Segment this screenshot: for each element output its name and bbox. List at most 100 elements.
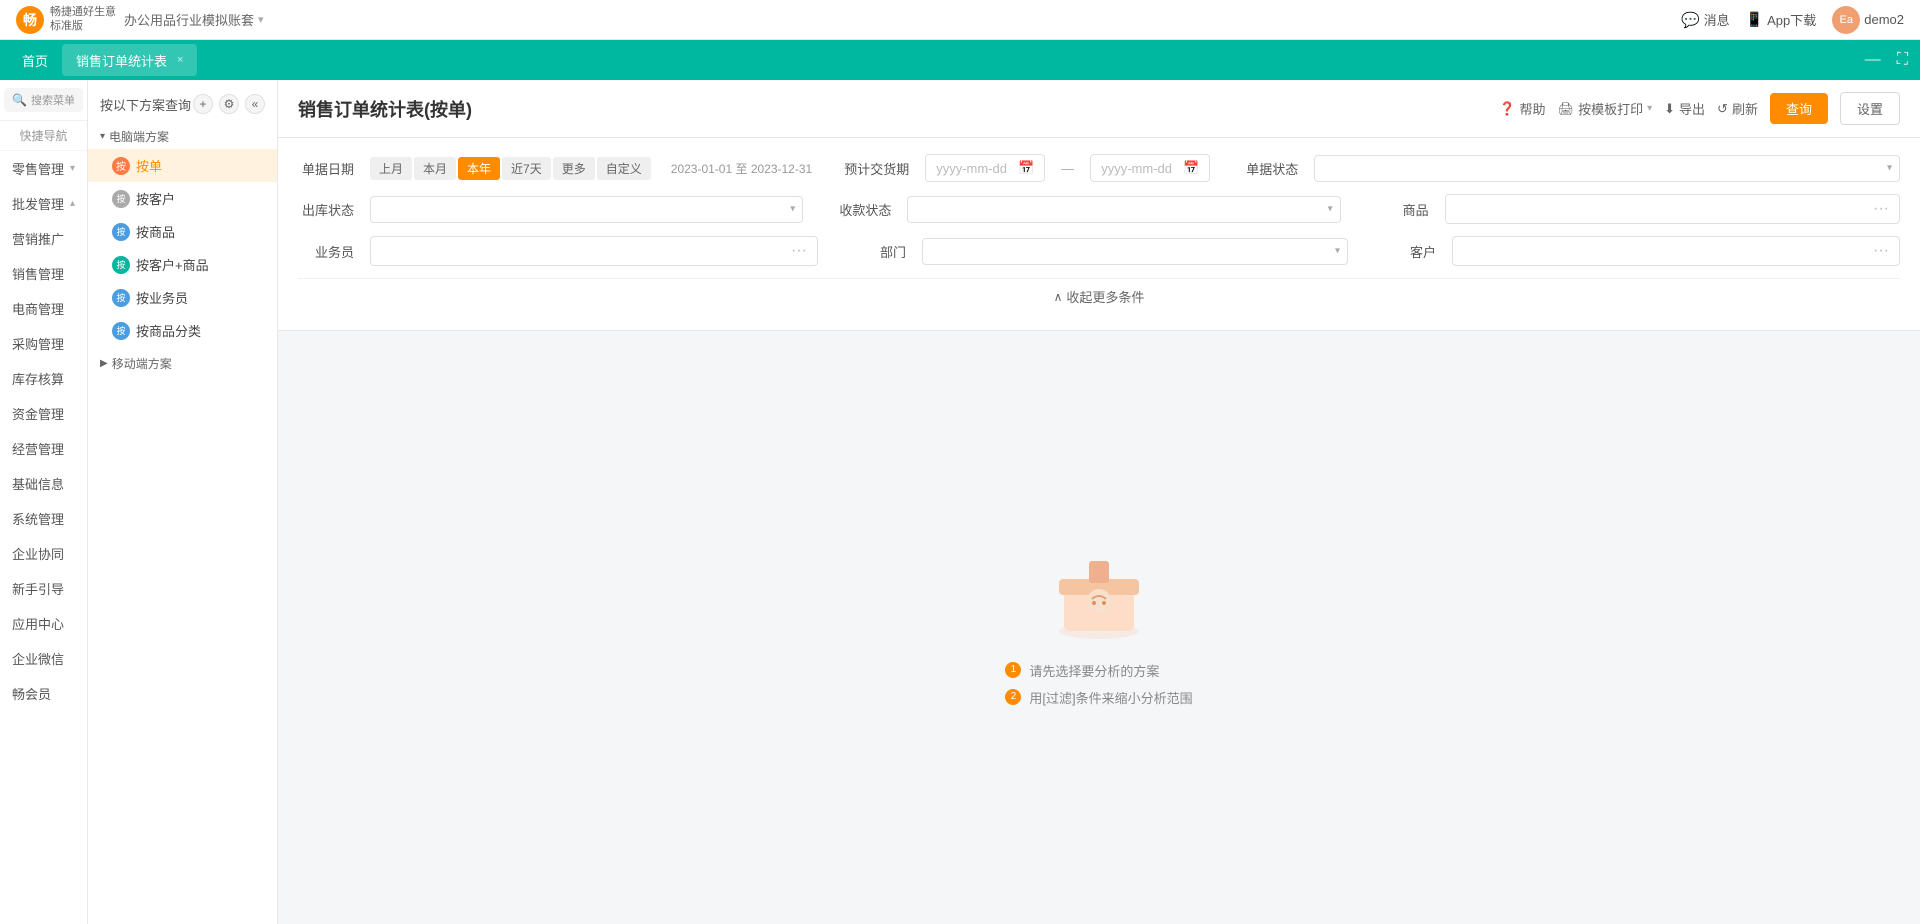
scheme-item-by-salesman[interactable]: 按 按业务员 — [88, 281, 277, 314]
page-header: 销售订单统计表(按单) ❓ 帮助 🖨 按模板打印 ▾ ⬇ 导出 — [278, 80, 1920, 138]
empty-hints: 1 请先选择要分析的方案 2 用[过滤]条件来缩小分析范围 — [1005, 661, 1192, 715]
sidebar-item-inventory[interactable]: 库存核算 — [0, 361, 87, 396]
goods-input[interactable]: ··· — [1445, 194, 1900, 224]
search-menu-button[interactable]: 🔍 搜索菜单 — [4, 88, 83, 112]
refresh-button[interactable]: ↺ 刷新 — [1717, 99, 1758, 118]
top-bar-right: 💬 消息 📱 App下载 Ea demo2 — [1681, 6, 1904, 34]
filter-row-1: 单据日期 上月 本月 本年 近7天 更多 自定义 2023-01-01 至 20… — [298, 154, 1900, 182]
help-button[interactable]: ❓ 帮助 — [1499, 99, 1545, 118]
sidebar-item-marketing[interactable]: 营销推广 — [0, 221, 87, 256]
avatar: Ea — [1832, 6, 1860, 34]
sidebar-item-finance[interactable]: 资金管理 — [0, 396, 87, 431]
this-month-btn[interactable]: 本月 — [414, 157, 456, 180]
scheme-group-desktop-header[interactable]: ▾ 电脑端方案 — [88, 124, 277, 149]
scheme-icon-goods: 按 — [112, 223, 130, 241]
sidebar-item-retail[interactable]: 零售管理 — [0, 151, 87, 186]
this-year-btn[interactable]: 本年 — [458, 157, 500, 180]
calendar-icon-start: 📅 — [1018, 160, 1034, 176]
customer-input[interactable]: ··· — [1452, 236, 1900, 266]
tab-maximize-button[interactable]: ⛶ — [1893, 47, 1912, 73]
scheme-icon-salesman: 按 — [112, 289, 130, 307]
query-button[interactable]: 查询 — [1770, 93, 1828, 124]
empty-hint-2: 2 用[过滤]条件来缩小分析范围 — [1005, 688, 1192, 707]
print-button[interactable]: 🖨 按模板打印 ▾ — [1558, 99, 1653, 118]
status-select[interactable] — [1314, 155, 1900, 182]
sidebar-item-app-center[interactable]: 应用中心 — [0, 606, 87, 641]
expected-date-end[interactable]: yyyy-mm-dd 📅 — [1090, 154, 1210, 182]
logo-area: 畅 畅捷通好生意 标准版 — [16, 6, 116, 34]
empty-state: 1 请先选择要分析的方案 2 用[过滤]条件来缩小分析范围 — [278, 331, 1920, 924]
sidebar-item-system[interactable]: 系统管理 — [0, 501, 87, 536]
expected-date-start[interactable]: yyyy-mm-dd 📅 — [925, 154, 1045, 182]
settings-button[interactable]: 设置 — [1840, 92, 1900, 125]
logo-initial: 畅 — [23, 10, 37, 30]
customer-dots[interactable]: ··· — [1873, 242, 1889, 260]
tab-bar: 首页 销售订单统计表 × — ⛶ — [0, 40, 1920, 80]
logo-icon: 畅 — [16, 6, 44, 34]
refresh-icon: ↺ — [1717, 101, 1728, 117]
more-btn[interactable]: 更多 — [553, 157, 595, 180]
sidebar-item-basic-info[interactable]: 基础信息 — [0, 466, 87, 501]
sidebar-item-management[interactable]: 经营管理 — [0, 431, 87, 466]
delivery-select[interactable] — [370, 196, 803, 223]
sidebar-item-member[interactable]: 畅会员 — [0, 676, 87, 711]
left-panel-header: 按以下方案查询 + ⚙ « — [88, 88, 277, 120]
scheme-item-by-category[interactable]: 按 按商品分类 — [88, 314, 277, 347]
sidebar-item-sales[interactable]: 销售管理 — [0, 256, 87, 291]
scheme-item-by-customer-goods[interactable]: 按 按客户+商品 — [88, 248, 277, 281]
print-dropdown-icon[interactable]: ▾ — [1647, 103, 1652, 114]
scheme-group-mobile-header[interactable]: ▶ 移动端方案 — [88, 351, 277, 376]
main-layout: 🔍 搜索菜单 快捷导航 零售管理 批发管理 营销推广 销售管理 电商管理 采购管… — [0, 80, 1920, 924]
top-bar: 畅 畅捷通好生意 标准版 办公用品行业模拟账套 ▾ 💬 消息 📱 App下载 E… — [0, 0, 1920, 40]
search-icon: 🔍 — [12, 93, 27, 107]
scheme-item-by-customer[interactable]: 按 按客户 — [88, 182, 277, 215]
scheme-group-desktop: ▾ 电脑端方案 按 按单 按 按客户 按 按商品 按 按客户+商品 — [88, 124, 277, 347]
tab-home[interactable]: 首页 — [8, 44, 62, 76]
salesman-dots[interactable]: ··· — [791, 242, 807, 260]
left-panel-title: 按以下方案查询 — [100, 95, 191, 114]
add-scheme-button[interactable]: + — [193, 94, 213, 114]
collapse-icon: ∧ — [1054, 290, 1063, 304]
custom-btn[interactable]: 自定义 — [597, 157, 651, 180]
dept-select-wrap: ▾ — [922, 238, 1348, 265]
calendar-icon-end: 📅 — [1183, 160, 1199, 176]
sidebar-item-ecommerce[interactable]: 电商管理 — [0, 291, 87, 326]
sidebar-item-wholesale[interactable]: 批发管理 — [0, 186, 87, 221]
payment-select[interactable] — [907, 196, 1340, 223]
collapse-panel-button[interactable]: « — [245, 94, 265, 114]
tab-active[interactable]: 销售订单统计表 × — [62, 44, 197, 76]
message-button[interactable]: 💬 消息 — [1681, 10, 1730, 29]
app-icon: 📱 — [1746, 11, 1763, 28]
sidebar: 🔍 搜索菜单 快捷导航 零售管理 批发管理 营销推广 销售管理 电商管理 采购管… — [0, 80, 88, 924]
tab-bar-actions: — ⛶ — [1861, 47, 1912, 73]
sidebar-item-collaboration[interactable]: 企业协同 — [0, 536, 87, 571]
filter-area: 单据日期 上月 本月 本年 近7天 更多 自定义 2023-01-01 至 20… — [278, 138, 1920, 331]
goods-dots[interactable]: ··· — [1873, 200, 1889, 218]
help-icon: ❓ — [1499, 101, 1515, 117]
prev-month-btn[interactable]: 上月 — [370, 157, 412, 180]
scheme-item-by-goods[interactable]: 按 按商品 — [88, 215, 277, 248]
salesman-input[interactable]: ··· — [370, 236, 818, 266]
filter-row-2: 出库状态 ▾ 收款状态 ▾ 商品 — [298, 194, 1900, 224]
app-download-button[interactable]: 📱 App下载 — [1746, 10, 1817, 29]
empty-illustration — [1039, 541, 1159, 641]
left-panel-actions: + ⚙ « — [193, 94, 265, 114]
date-range-display: 2023-01-01 至 2023-12-31 — [671, 160, 812, 177]
scheme-item-by-order[interactable]: 按 按单 — [88, 149, 277, 182]
collapse-bar[interactable]: ∧ 收起更多条件 — [298, 278, 1900, 314]
export-button[interactable]: ⬇ 导出 — [1664, 99, 1705, 118]
sidebar-item-wechat[interactable]: 企业微信 — [0, 641, 87, 676]
sidebar-item-purchase[interactable]: 采购管理 — [0, 326, 87, 361]
scheme-group-arrow: ▾ — [100, 131, 105, 142]
sidebar-item-quick-nav[interactable]: 快捷导航 — [0, 121, 87, 151]
tab-minimize-button[interactable]: — — [1861, 47, 1885, 73]
breadcrumb-dropdown-icon[interactable]: ▾ — [258, 13, 264, 26]
scheme-settings-button[interactable]: ⚙ — [219, 94, 239, 114]
breadcrumb[interactable]: 办公用品行业模拟账套 ▾ — [124, 10, 264, 29]
right-main: 销售订单统计表(按单) ❓ 帮助 🖨 按模板打印 ▾ ⬇ 导出 — [278, 80, 1920, 924]
last-7-days-btn[interactable]: 近7天 — [502, 157, 551, 180]
user-menu[interactable]: Ea demo2 — [1832, 6, 1904, 34]
tab-close-button[interactable]: × — [177, 54, 183, 66]
dept-select[interactable] — [922, 238, 1348, 265]
sidebar-item-onboarding[interactable]: 新手引导 — [0, 571, 87, 606]
